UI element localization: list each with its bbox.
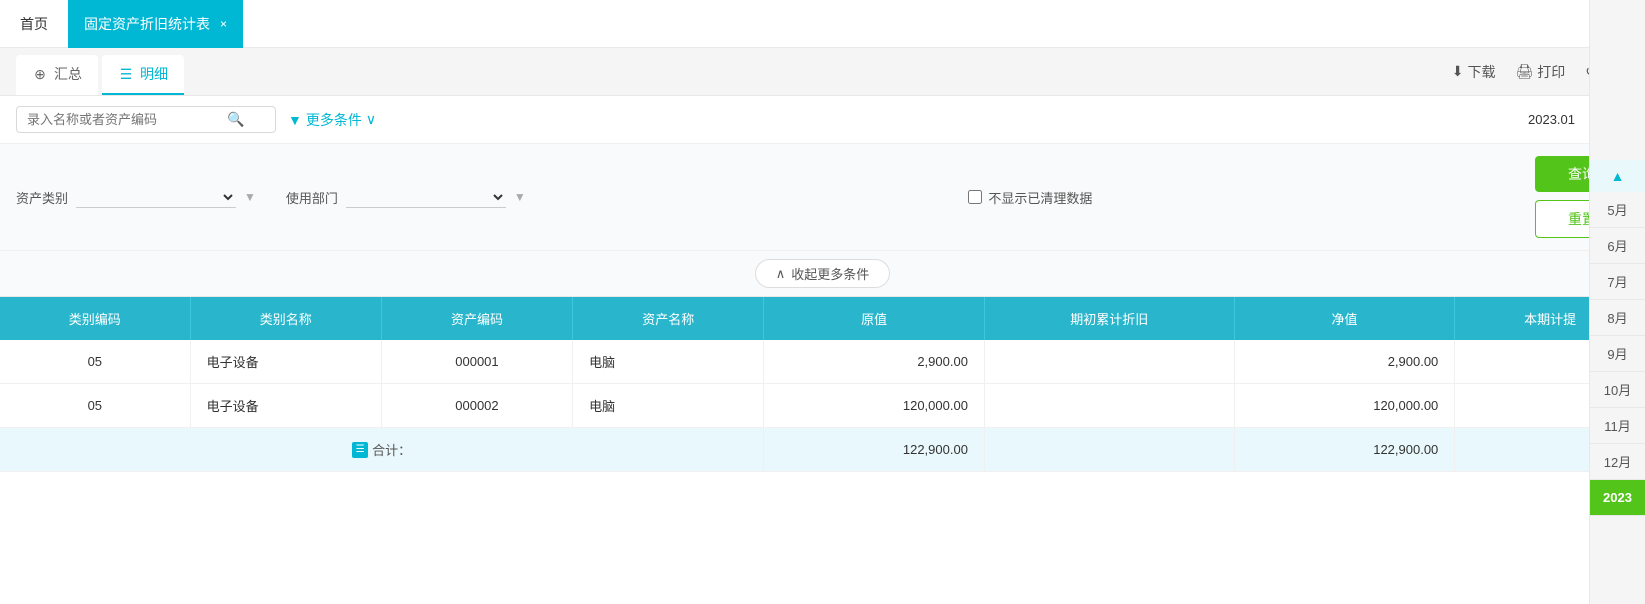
sidebar-month-5[interactable]: 5月	[1590, 192, 1645, 228]
filter-more-label: 更多条件	[306, 110, 362, 130]
download-btn[interactable]: ⬇ 下载	[1452, 62, 1496, 82]
total-accumdep	[984, 428, 1234, 472]
filter-row: 资产类别 ▼ 使用部门 ▼ 不显示已清理数据 查询 重置	[0, 144, 1645, 251]
tab-detail-label: 明细	[140, 64, 168, 84]
data-table: 类别编码 类别名称 资产编码 资产名称 原值 期初累计折旧 净值 本期计提 05…	[0, 297, 1645, 472]
hide-cleared-checkbox[interactable]	[968, 190, 982, 204]
right-sidebar: ▲ 5月 6月 7月 8月 9月 10月 11月 12月 2023	[1589, 0, 1645, 604]
table-total-row: ☰ 合计： 122,900.00 122,900.00	[0, 428, 1645, 472]
search-icon[interactable]: 🔍	[227, 111, 244, 128]
sidebar-month-12[interactable]: 12月	[1590, 444, 1645, 480]
sidebar-month-6[interactable]: 6月	[1590, 228, 1645, 264]
search-input[interactable]	[27, 112, 227, 127]
sidebar-month-11[interactable]: 11月	[1590, 408, 1645, 444]
detail-icon: ☰	[118, 66, 134, 82]
cell-code-2: 05	[0, 384, 190, 428]
table-header-row: 类别编码 类别名称 资产编码 资产名称 原值 期初累计折旧 净值 本期计提	[0, 297, 1645, 340]
cell-assetcode-1: 000001	[381, 340, 572, 384]
cell-code-1: 05	[0, 340, 190, 384]
total-netval: 122,900.00	[1234, 428, 1455, 472]
sidebar-month-9[interactable]: 9月	[1590, 336, 1645, 372]
total-label-cell: ☰ 合计：	[0, 428, 764, 472]
col-asset-name: 资产名称	[573, 297, 764, 340]
col-category-code: 类别编码	[0, 297, 190, 340]
department-dropdown-icon: ▼	[514, 190, 526, 204]
col-original-value: 原值	[764, 297, 985, 340]
date-display: 2023.01	[1528, 96, 1575, 143]
cell-accumdep-2	[984, 384, 1234, 428]
print-label: 打印	[1537, 62, 1565, 82]
active-tab[interactable]: 固定资产折旧统计表 ×	[68, 0, 243, 48]
tab-summary[interactable]: ⊕ 汇总	[16, 55, 98, 95]
filter-hide-cleared: 不显示已清理数据	[968, 188, 1092, 207]
sidebar-month-8[interactable]: 8月	[1590, 300, 1645, 336]
cell-assetname-1: 电脑	[573, 340, 764, 384]
collapse-row: ∧ 收起更多条件	[0, 251, 1645, 297]
cell-assetname-2: 电脑	[573, 384, 764, 428]
collapse-icon: ∧	[776, 266, 786, 282]
sidebar-month-7[interactable]: 7月	[1590, 264, 1645, 300]
total-origval: 122,900.00	[764, 428, 985, 472]
department-label: 使用部门	[286, 188, 338, 207]
sidebar-scroll-up[interactable]: ▲	[1590, 160, 1645, 192]
sidebar-year-badge[interactable]: 2023	[1590, 480, 1645, 516]
cell-netval-2: 120,000.00	[1234, 384, 1455, 428]
print-icon: 🖨	[1515, 63, 1533, 80]
tab-close-icon[interactable]: ×	[220, 17, 227, 31]
asset-category-label: 资产类别	[16, 188, 68, 207]
tab-label: 固定资产折旧统计表	[84, 14, 210, 34]
tabs-row: ⊕ 汇总 ☰ 明细 ⬇ 下载 🖨 打印 ↺ 刷新	[0, 48, 1645, 96]
download-icon: ⬇	[1452, 63, 1464, 80]
cell-origval-2: 120,000.00	[764, 384, 985, 428]
print-btn[interactable]: 🖨 打印	[1515, 62, 1565, 82]
asset-category-select[interactable]	[76, 186, 236, 208]
filter-asset-category: 资产类别 ▼	[16, 186, 256, 208]
col-asset-code: 资产编码	[381, 297, 572, 340]
col-category-name: 类别名称	[190, 297, 381, 340]
total-label-text: 合计：	[372, 440, 411, 459]
search-input-wrap[interactable]: 🔍	[16, 106, 276, 133]
hide-cleared-label: 不显示已清理数据	[988, 188, 1092, 207]
nav-home[interactable]: 首页	[0, 0, 68, 48]
filter-more-btn[interactable]: ▼ 更多条件 ∨	[288, 110, 376, 130]
asset-category-dropdown-icon: ▼	[244, 190, 256, 204]
table-row: 05 电子设备 000002 电脑 120,000.00 120,000.00	[0, 384, 1645, 428]
table-row: 05 电子设备 000001 电脑 2,900.00 2,900.00	[0, 340, 1645, 384]
top-nav: 首页 固定资产折旧统计表 × ✕	[0, 0, 1645, 48]
cell-accumdep-1	[984, 340, 1234, 384]
table-wrap: 类别编码 类别名称 资产编码 资产名称 原值 期初累计折旧 净值 本期计提 05…	[0, 297, 1645, 604]
cell-origval-1: 2,900.00	[764, 340, 985, 384]
tab-detail[interactable]: ☰ 明细	[102, 55, 184, 95]
main-content: ⊕ 汇总 ☰ 明细 ⬇ 下载 🖨 打印 ↺ 刷新 🔍	[0, 48, 1645, 604]
filter-department: 使用部门 ▼	[286, 186, 526, 208]
search-row: 🔍 ▼ 更多条件 ∨ 2023.01 ❯	[0, 96, 1645, 144]
filter-icon: ▼	[288, 112, 302, 128]
summary-icon: ⊕	[32, 66, 48, 82]
cell-catname-1: 电子设备	[190, 340, 381, 384]
department-select[interactable]	[346, 186, 506, 208]
download-label: 下载	[1467, 62, 1495, 82]
collapse-label: 收起更多条件	[791, 264, 869, 283]
cell-netval-1: 2,900.00	[1234, 340, 1455, 384]
chevron-down-icon: ∨	[366, 111, 376, 128]
cell-assetcode-2: 000002	[381, 384, 572, 428]
total-icon: ☰	[352, 442, 368, 458]
cell-catname-2: 电子设备	[190, 384, 381, 428]
col-net-value: 净值	[1234, 297, 1455, 340]
col-accum-depreciation: 期初累计折旧	[984, 297, 1234, 340]
collapse-btn[interactable]: ∧ 收起更多条件	[755, 259, 891, 288]
tab-summary-label: 汇总	[54, 64, 82, 84]
sidebar-month-10[interactable]: 10月	[1590, 372, 1645, 408]
